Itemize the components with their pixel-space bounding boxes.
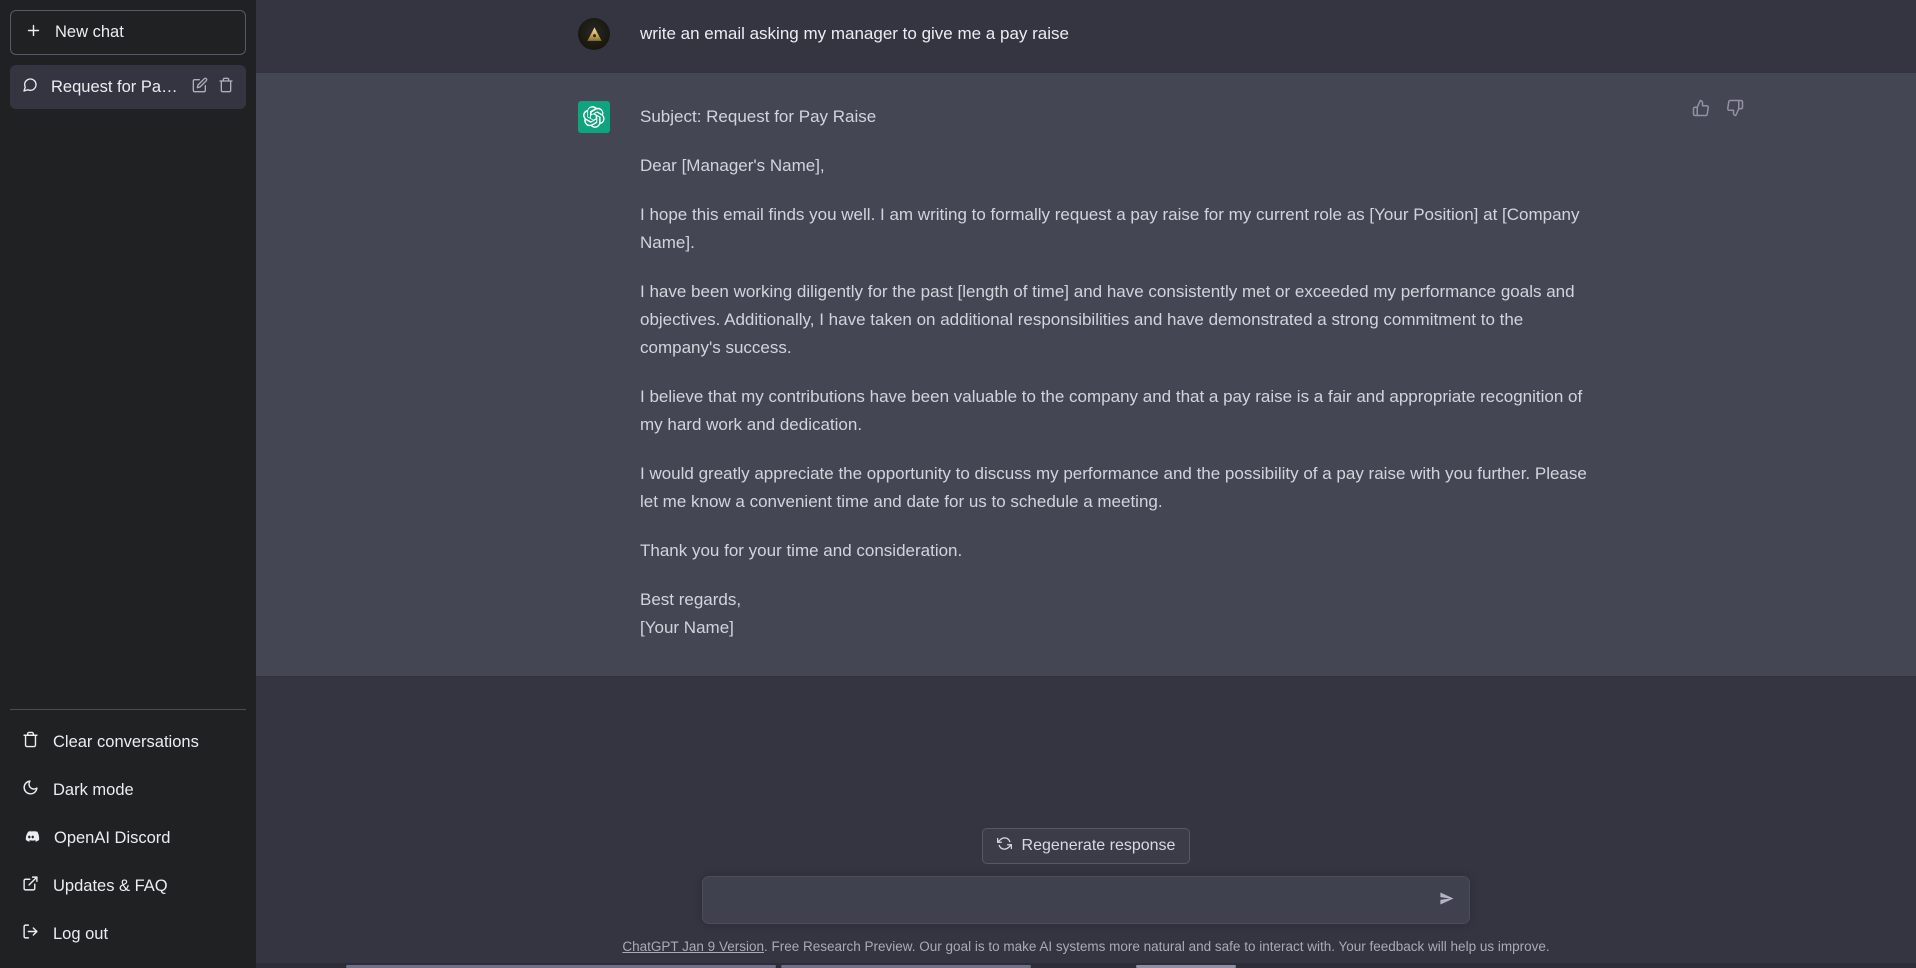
assistant-message-row: Subject: Request for Pay Raise Dear [Man… [256,72,1916,677]
chatgpt-app: New chat Request for Pay Raise [0,0,1916,968]
refresh-icon [996,836,1012,856]
thumbs-up-icon[interactable] [1692,99,1710,122]
main-panel: write an email asking my manager to give… [256,0,1916,968]
discord-icon [22,827,40,850]
sidebar: New chat Request for Pay Raise [0,0,256,968]
regenerate-wrapper: Regenerate response [256,828,1916,864]
chatgpt-logo-avatar [578,101,610,133]
user-pyramid-avatar [578,18,610,50]
sidebar-item-dark-mode[interactable]: Dark mode [10,766,246,814]
assistant-signoff: Best regards, [640,590,742,609]
new-chat-button[interactable]: New chat [10,10,246,55]
assistant-signature: [Your Name] [640,618,734,637]
prompt-input[interactable] [717,877,1423,923]
assistant-paragraph-subject: Subject: Request for Pay Raise [640,107,877,126]
pencil-icon[interactable] [192,77,208,98]
user-message-row: write an email asking my manager to give… [256,0,1916,72]
assistant-message-body: Subject: Request for Pay Raise Dear [Man… [640,101,1594,642]
new-chat-label: New chat [55,23,124,41]
assistant-paragraph-thanks: Thank you for your time and consideratio… [640,541,963,560]
assistant-paragraph-3: I believe that my contributions have bee… [640,387,1583,434]
assistant-paragraph-1: I hope this email finds you well. I am w… [640,205,1580,252]
sidebar-item-label: Clear conversations [53,732,199,751]
logout-icon [22,923,39,945]
feedback-controls [1692,99,1744,122]
sidebar-item-label: Log out [53,924,109,943]
moon-icon [22,779,39,801]
plus-icon [25,22,42,44]
sidebar-item-label: OpenAI Discord [54,828,171,847]
sidebar-item-openai-discord[interactable]: OpenAI Discord [10,814,246,862]
external-link-icon [22,875,39,897]
message-thread: write an email asking my manager to give… [256,0,1916,677]
sidebar-item-updates-and-faq[interactable]: Updates & FAQ [10,862,246,910]
user-message-body: write an email asking my manager to give… [640,18,1594,50]
thumbs-down-icon[interactable] [1726,99,1744,122]
conversation-list: Request for Pay Raise [10,65,246,709]
sidebar-item-label: Dark mode [53,780,134,799]
assistant-paragraph-2: I have been working diligently for the p… [640,282,1575,357]
sidebar-item-clear-conversations[interactable]: Clear conversations [10,718,246,766]
conversation-title: Request for Pay Raise [51,77,179,96]
sidebar-bottom-menu: Clear conversations Dark mode OpenAI Dis… [10,709,246,958]
version-link[interactable]: ChatGPT Jan 9 Version [622,939,764,954]
regenerate-response-label: Regenerate response [1021,837,1176,854]
conversation-item-request-for-pay-raise[interactable]: Request for Pay Raise [10,65,246,109]
send-message-button[interactable] [1432,886,1460,914]
prompt-input-wrapper [702,876,1470,924]
footer-disclaimer: ChatGPT Jan 9 Version. Free Research Pre… [256,939,1916,954]
regenerate-response-button[interactable]: Regenerate response [981,828,1191,864]
footer-note-text: . Free Research Preview. Our goal is to … [763,939,1550,954]
conversation-actions [192,77,234,98]
os-taskbar-sliver [256,963,1916,968]
send-arrow-icon [1438,890,1455,910]
trash-icon[interactable] [218,77,234,98]
chat-bubble-icon [22,77,38,98]
sidebar-item-label: Updates & FAQ [53,876,168,895]
assistant-paragraph-4: I would greatly appreciate the opportuni… [640,464,1587,511]
composer-area: Regenerate response ChatGPT Jan 9 Versio… [256,828,1916,968]
user-message-text: write an email asking my manager to give… [640,24,1069,43]
sidebar-item-log-out[interactable]: Log out [10,910,246,958]
prompt-box[interactable] [702,876,1470,924]
assistant-paragraph-greeting: Dear [Manager's Name], [640,156,825,175]
trash-icon [22,731,39,753]
